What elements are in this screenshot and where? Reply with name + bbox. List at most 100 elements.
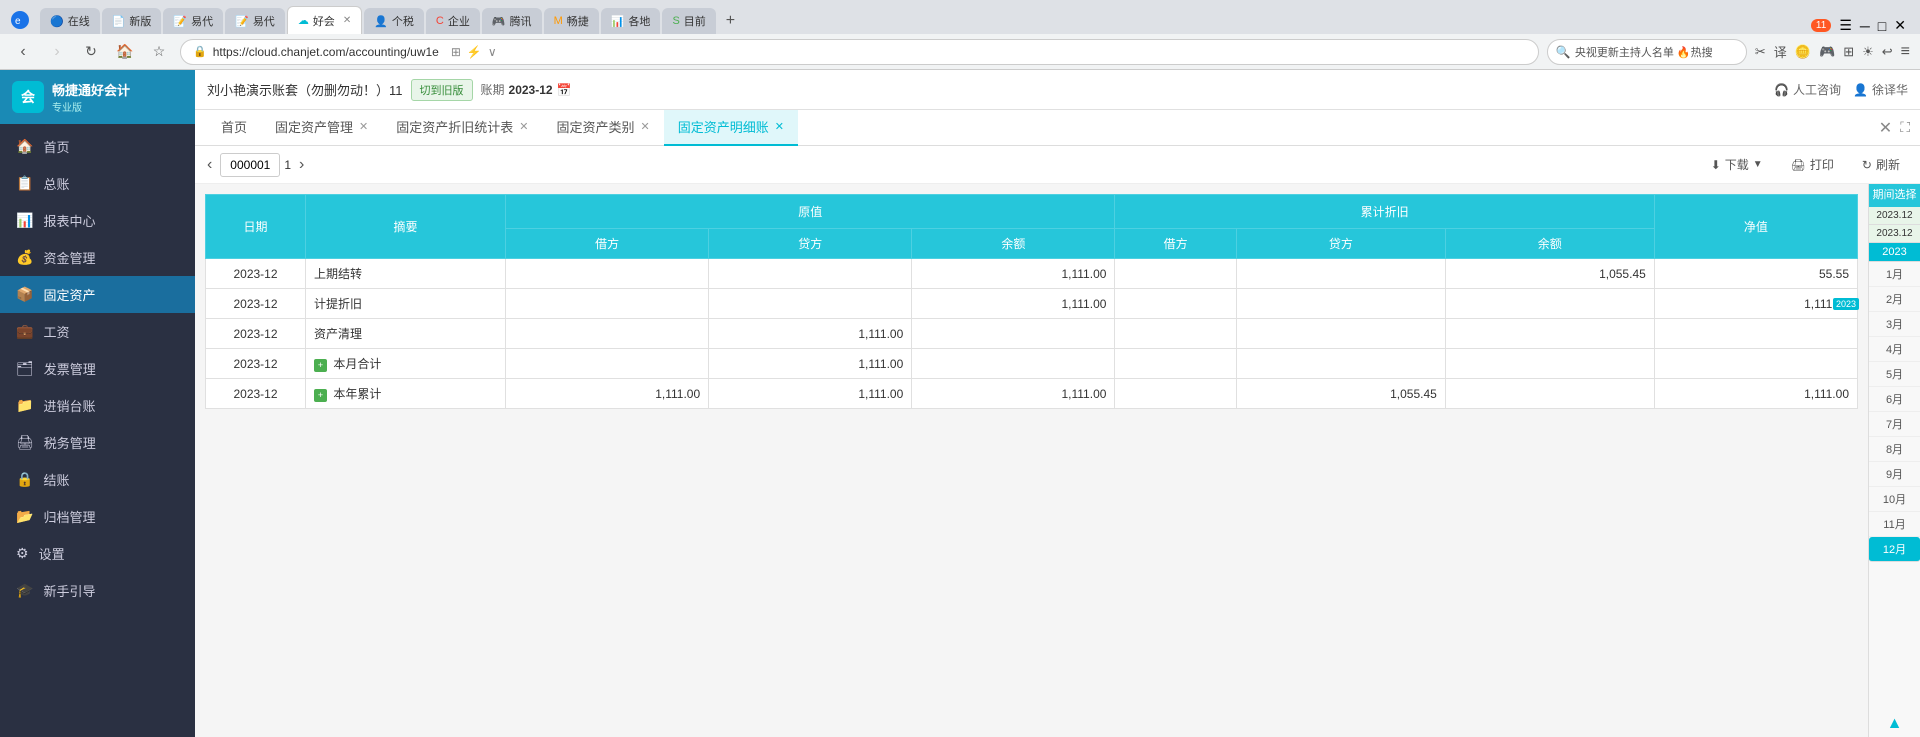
period-month-6[interactable]: 6月 (1869, 387, 1920, 412)
home-icon: 🏠 (16, 138, 33, 155)
user-area[interactable]: 👤 徐译华 (1853, 81, 1908, 98)
period-month-7[interactable]: 7月 (1869, 412, 1920, 437)
tab-online[interactable]: 🔵 在线 (40, 8, 100, 34)
period-month-8[interactable]: 8月 (1869, 437, 1920, 462)
home-button[interactable]: 🏠 (112, 39, 138, 65)
close-all-icon[interactable]: ✕ (1879, 118, 1892, 138)
search-bar[interactable]: 🔍 央视更新主持人名单 🔥热搜 (1547, 39, 1747, 65)
fullscreen-icon[interactable]: ⛶ (1900, 119, 1910, 136)
tab-currently[interactable]: S 目前 (662, 8, 715, 34)
sidebar-item-guide[interactable]: 🎓 新手引导 (0, 572, 195, 609)
period-date-2[interactable]: 2023.12 (1869, 225, 1920, 243)
cell-date-2: 2023-12 (206, 289, 306, 319)
cell-orig-credit-1 (709, 259, 912, 289)
print-button[interactable]: 🖨 打印 (1783, 152, 1842, 177)
download-chevron: ▼ (1753, 159, 1763, 170)
period-year-badge[interactable]: 2023 (1869, 243, 1920, 262)
close-tab-asset-mgmt[interactable]: ✕ (359, 120, 368, 133)
sidebar-item-ledger[interactable]: 📋 总账 (0, 165, 195, 202)
close-tab-detail[interactable]: ✕ (775, 120, 784, 133)
menu-icon[interactable]: ≡ (1901, 43, 1910, 61)
sidebar-item-archive[interactable]: 📂 归档管理 (0, 498, 195, 535)
minimize-icon[interactable]: ─ (1860, 18, 1870, 34)
url-bar[interactable]: 🔒 https://cloud.chanjet.com/accounting/u… (180, 39, 1539, 65)
cell-orig-debit-5: 1,111.00 (506, 379, 709, 409)
period-month-11[interactable]: 11月 (1869, 512, 1920, 537)
refresh-button[interactable]: ↻ 刷新 (1854, 152, 1908, 177)
translate-icon[interactable]: 译 (1774, 42, 1787, 61)
period-month-9[interactable]: 9月 (1869, 462, 1920, 487)
tab-asset-mgmt[interactable]: 固定资产管理 ✕ (261, 110, 382, 146)
sidebar-item-sales[interactable]: 📁 进销台账 (0, 387, 195, 424)
sidebar-item-reports[interactable]: 📊 报表中心 (0, 202, 195, 239)
back-button[interactable]: ‹ (10, 39, 36, 65)
tab-tencent[interactable]: 🎮 腾讯 (482, 8, 542, 34)
sidebar-item-assets[interactable]: 📦 固定资产 (0, 276, 195, 313)
col-accum-debit: 借方 (1115, 229, 1236, 259)
sidebar-item-salary[interactable]: 💼 工资 (0, 313, 195, 350)
invoice-icon: 🗂 (16, 360, 34, 377)
tab-count-badge: 11 (1811, 19, 1831, 32)
new-tab-button[interactable]: + (718, 8, 743, 34)
period-month-12[interactable]: 12月 (1869, 537, 1920, 562)
help-button[interactable]: 🎧 人工咨询 (1774, 81, 1841, 98)
switch-version-button[interactable]: 切到旧版 (411, 79, 473, 101)
tab-active[interactable]: ☁ 好会 ✕ (287, 6, 362, 34)
maximize-icon[interactable]: □ (1878, 18, 1886, 34)
tab-list-icon[interactable]: ☰ (1839, 17, 1852, 34)
tab-enterprise[interactable]: C 企业 (426, 8, 480, 34)
tab-homepage[interactable]: 首页 (207, 110, 261, 146)
sidebar-item-home[interactable]: 🏠 首页 (0, 128, 195, 165)
tab-asset-category[interactable]: 固定资产类别 ✕ (542, 110, 663, 146)
cell-date-5: 2023-12 (206, 379, 306, 409)
tab-asset-detail[interactable]: 固定资产明细账 ✕ (664, 110, 798, 146)
bookmark-button[interactable]: ☆ (146, 39, 172, 65)
period-month-4[interactable]: 4月 (1869, 337, 1920, 362)
tab-close-active[interactable]: ✕ (343, 15, 351, 26)
close-tab-dep-stats[interactable]: ✕ (519, 120, 528, 133)
salary-icon: 💼 (16, 323, 33, 340)
tab-new[interactable]: 📄 新版 (102, 8, 162, 34)
wallet-icon[interactable]: 🪙 (1795, 44, 1811, 60)
sidebar-item-funds[interactable]: 💰 资金管理 (0, 239, 195, 276)
cell-accum-balance-2 (1445, 289, 1654, 319)
sidebar-item-tax[interactable]: 🖨 税务管理 (0, 424, 195, 461)
next-page-button[interactable]: › (299, 156, 304, 174)
cell-orig-debit-4 (506, 349, 709, 379)
sidebar-item-invoice[interactable]: 🗂 发票管理 (0, 350, 195, 387)
period-month-10[interactable]: 10月 (1869, 487, 1920, 512)
period-month-3[interactable]: 3月 (1869, 312, 1920, 337)
download-button[interactable]: ⬇ 下载 ▼ (1703, 152, 1771, 177)
period-month-1[interactable]: 1月 (1869, 262, 1920, 287)
scroll-up-button[interactable]: ▲ (1869, 711, 1920, 737)
sidebar-item-settle[interactable]: 🔒 结账 (0, 461, 195, 498)
reload-button[interactable]: ↻ (78, 39, 104, 65)
sidebar-item-settings[interactable]: ⚙ 设置 (0, 535, 195, 572)
grid-icon[interactable]: ⊞ (1843, 44, 1854, 60)
brightness-icon[interactable]: ☀ (1862, 44, 1874, 60)
period-date-1[interactable]: 2023.12 (1869, 207, 1920, 225)
period-month-5[interactable]: 5月 (1869, 362, 1920, 387)
game-icon[interactable]: 🎮 (1819, 44, 1835, 60)
close-window-icon[interactable]: ✕ (1894, 17, 1906, 34)
tab-yidai1[interactable]: 📝 易代 (163, 8, 223, 34)
forward-button[interactable]: › (44, 39, 70, 65)
year-badge: 2023 (1833, 298, 1859, 310)
tab-yidai2[interactable]: 📝 易代 (225, 8, 285, 34)
tab-changjie[interactable]: M 畅捷 (544, 8, 599, 34)
tab-getax[interactable]: 👤 个税 (364, 8, 424, 34)
undo-icon[interactable]: ↩ (1882, 44, 1893, 60)
tab-depreciation-stats[interactable]: 固定资产折旧统计表 ✕ (382, 110, 542, 146)
tab-gedi[interactable]: 📊 各地 (601, 8, 661, 34)
prev-page-button[interactable]: ‹ (207, 156, 212, 174)
cell-accum-credit-1 (1236, 259, 1445, 289)
data-table: 日期 摘要 原值 累计折旧 净值 借方 贷方 余额 借方 贷方 余额 (205, 194, 1858, 409)
close-tab-category[interactable]: ✕ (641, 120, 650, 133)
sales-icon: 📁 (16, 397, 33, 414)
period-month-2[interactable]: 2月 (1869, 287, 1920, 312)
content-area: 日期 摘要 原值 累计折旧 净值 借方 贷方 余额 借方 贷方 余额 (195, 184, 1920, 737)
scissors-icon[interactable]: ✂ (1755, 44, 1766, 60)
calendar-icon[interactable]: 📅 (557, 83, 572, 97)
sidebar: 会 畅捷通好会计 专业版 🏠 首页 📋 总账 📊 报表中心 💰 资金管理 (0, 70, 195, 737)
page-code-input[interactable] (220, 153, 280, 177)
